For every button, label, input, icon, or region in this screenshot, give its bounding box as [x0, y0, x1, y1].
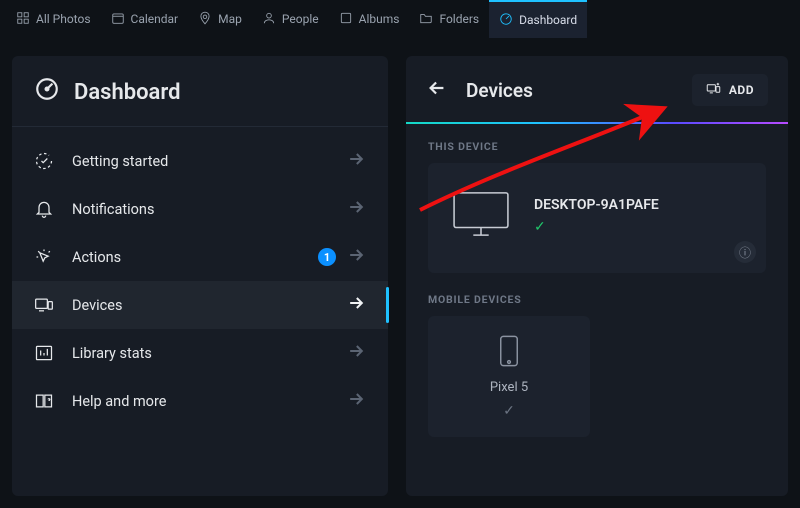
- top-nav: All Photos Calendar Map People Albums Fo…: [0, 0, 800, 38]
- mobile-device-card[interactable]: Pixel 5 ✓: [428, 316, 590, 437]
- this-device-card[interactable]: DESKTOP-9A1PAFE ✓ ⓘ: [428, 163, 766, 273]
- nav-calendar[interactable]: Calendar: [101, 0, 189, 38]
- devices-panel: Devices ADD THIS DEVICE DESKTOP-9A1PAFE …: [406, 56, 788, 496]
- divider: [12, 126, 388, 127]
- grid-icon: [16, 11, 30, 28]
- add-label: ADD: [729, 83, 754, 97]
- menu-label: Notifications: [72, 201, 346, 218]
- accent-underline: [406, 122, 788, 124]
- badge-count: 1: [318, 248, 336, 266]
- cursor-click-icon: [34, 247, 54, 267]
- nav-label: Calendar: [131, 12, 179, 26]
- check-icon: ✓: [503, 403, 515, 419]
- nav-albums[interactable]: Albums: [329, 0, 410, 38]
- nav-label: People: [282, 12, 319, 26]
- menu-label: Actions: [72, 249, 318, 266]
- nav-label: Albums: [359, 12, 400, 26]
- device-name: DESKTOP-9A1PAFE: [534, 197, 659, 213]
- devices-icon: [34, 295, 54, 315]
- monitor-icon: [450, 189, 512, 243]
- nav-label: Map: [218, 12, 242, 26]
- menu-label: Devices: [72, 297, 346, 314]
- gauge-icon: [499, 12, 513, 29]
- dashboard-menu: Getting started Notifications Actions 1 …: [12, 137, 388, 425]
- menu-library-stats[interactable]: Library stats: [12, 329, 388, 377]
- nav-label: All Photos: [36, 12, 91, 26]
- phone-icon: [498, 334, 520, 372]
- nav-label: Dashboard: [519, 13, 577, 27]
- bell-icon: [34, 199, 54, 219]
- check-circle-icon: [34, 151, 54, 171]
- nav-folders[interactable]: Folders: [409, 0, 489, 38]
- menu-actions[interactable]: Actions 1: [12, 233, 388, 281]
- nav-map[interactable]: Map: [188, 0, 252, 38]
- album-icon: [339, 11, 353, 28]
- nav-dashboard[interactable]: Dashboard: [489, 0, 587, 38]
- dashboard-panel: Dashboard Getting started Notifications …: [12, 56, 388, 496]
- nav-label: Folders: [439, 12, 479, 26]
- chevron-right-icon: [346, 149, 366, 173]
- devices-add-icon: [706, 81, 721, 99]
- chevron-right-icon: [346, 341, 366, 365]
- back-button[interactable]: [426, 77, 448, 103]
- device-name: Pixel 5: [490, 380, 528, 395]
- book-help-icon: [34, 391, 54, 411]
- panel-title: Dashboard: [12, 56, 388, 126]
- menu-devices[interactable]: Devices: [12, 281, 388, 329]
- panel-title: Devices: [466, 79, 692, 102]
- map-pin-icon: [198, 11, 212, 28]
- user-icon: [262, 11, 276, 28]
- section-mobile-devices: MOBILE DEVICES: [406, 291, 788, 316]
- menu-getting-started[interactable]: Getting started: [12, 137, 388, 185]
- menu-label: Help and more: [72, 393, 346, 410]
- add-device-button[interactable]: ADD: [692, 74, 768, 106]
- stats-icon: [34, 343, 54, 363]
- menu-help[interactable]: Help and more: [12, 377, 388, 425]
- nav-all-photos[interactable]: All Photos: [6, 0, 101, 38]
- gauge-icon: [34, 76, 60, 108]
- chevron-right-icon: [346, 293, 366, 317]
- menu-label: Library stats: [72, 345, 346, 362]
- nav-people[interactable]: People: [252, 0, 329, 38]
- chevron-right-icon: [346, 245, 366, 269]
- chevron-right-icon: [346, 197, 366, 221]
- chevron-right-icon: [346, 389, 366, 413]
- section-this-device: THIS DEVICE: [406, 138, 788, 163]
- menu-notifications[interactable]: Notifications: [12, 185, 388, 233]
- folder-icon: [419, 11, 433, 28]
- info-button[interactable]: ⓘ: [734, 241, 756, 263]
- check-icon: ✓: [534, 219, 659, 235]
- calendar-icon: [111, 11, 125, 28]
- menu-label: Getting started: [72, 153, 346, 170]
